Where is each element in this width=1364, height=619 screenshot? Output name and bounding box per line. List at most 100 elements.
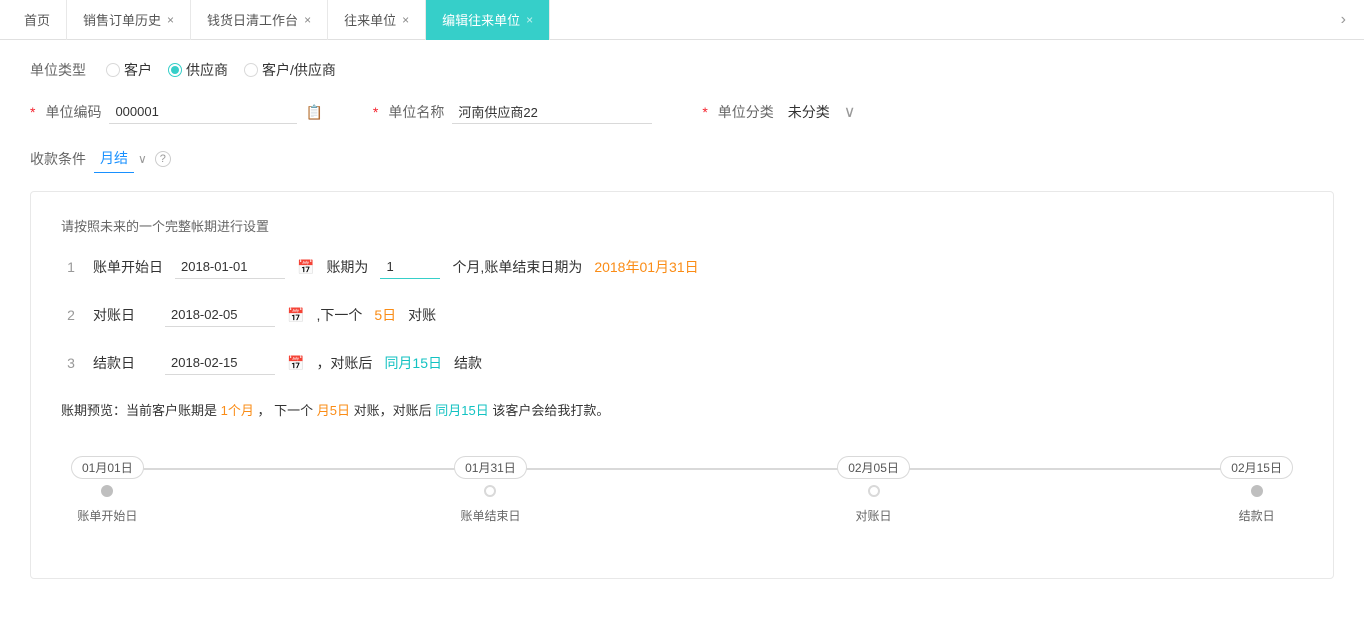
row-3-suffix: 结款 bbox=[454, 353, 482, 373]
radio-customer-supplier-outer bbox=[244, 63, 258, 77]
row-1-end-date: 2018年01月31日 bbox=[594, 257, 698, 277]
unit-category-value: 未分类 bbox=[782, 98, 836, 126]
row-1-calendar-icon[interactable]: 📅 bbox=[297, 259, 314, 276]
timeline-dot-end bbox=[1251, 485, 1263, 497]
timeline-points: 01月01日 账单开始日 01月31日 账单结束日 02月05日 对账日 02月… bbox=[71, 456, 1293, 524]
tab-partner-units[interactable]: 往来单位 × bbox=[328, 0, 426, 40]
payment-terms-help-icon[interactable]: ? bbox=[155, 151, 171, 167]
timeline-badge-mid2: 02月05日 bbox=[837, 456, 910, 479]
unit-category-field: * 单位分类 未分类 ∨ bbox=[702, 98, 855, 126]
row-2-label: 对账日 bbox=[93, 305, 153, 325]
row-1-date-input[interactable] bbox=[175, 255, 285, 279]
timeline-point-end: 02月15日 结款日 bbox=[1220, 456, 1293, 524]
unit-code-field: * 单位编码 📋 bbox=[30, 100, 323, 124]
tab-cash-reconciliation[interactable]: 钱货日清工作台 × bbox=[191, 0, 328, 40]
payment-terms-select[interactable]: 月结 ∨ bbox=[94, 144, 147, 173]
timeline-label-start: 账单开始日 bbox=[77, 507, 137, 524]
timeline-dot-mid1 bbox=[484, 485, 496, 497]
unit-info-row: * 单位编码 📋 * 单位名称 * 单位分类 未分类 ∨ bbox=[30, 98, 1334, 126]
unit-name-label: 单位名称 bbox=[388, 102, 444, 122]
row-3-date-input[interactable] bbox=[165, 351, 275, 375]
tab-home[interactable]: 首页 bbox=[8, 0, 67, 40]
tab-sales-order-history[interactable]: 销售订单历史 × bbox=[67, 0, 191, 40]
unit-category-required: * bbox=[702, 104, 707, 120]
row-3-prefix: ，对账后 bbox=[316, 353, 372, 373]
timeline-point-start: 01月01日 账单开始日 bbox=[71, 456, 144, 524]
setting-row-2: 2 对账日 📅 ,下一个 5日 对账 bbox=[61, 303, 1303, 327]
radio-customer[interactable]: 客户 bbox=[106, 60, 152, 80]
timeline-badge-start: 01月01日 bbox=[71, 456, 144, 479]
tab-edit-partner-unit-close[interactable]: × bbox=[526, 13, 533, 27]
preview-sep1: ， bbox=[258, 403, 271, 418]
tab-overflow-chevron[interactable]: › bbox=[1331, 11, 1356, 29]
row-2-num: 2 bbox=[61, 307, 81, 323]
payment-terms-label: 收款条件 bbox=[30, 149, 86, 169]
unit-code-required: * bbox=[30, 104, 35, 120]
timeline-label-mid1: 账单结束日 bbox=[460, 507, 520, 524]
unit-type-row: 单位类型 客户 供应商 客户/供应商 bbox=[30, 60, 1334, 80]
radio-customer-supplier[interactable]: 客户/供应商 bbox=[244, 60, 336, 80]
payment-terms-value: 月结 bbox=[94, 144, 134, 173]
row-1-period-unit: 个月,账单结束日期为 bbox=[452, 257, 582, 277]
unit-code-input[interactable] bbox=[109, 100, 297, 124]
radio-customer-label: 客户 bbox=[124, 60, 152, 80]
preview-text: 账期预览：当前客户账期是 1个月 ， 下一个 月5日 对账，对账后 同月15日 … bbox=[61, 399, 1303, 422]
preview-part2-prefix: 下一个 bbox=[274, 403, 313, 418]
period-input[interactable] bbox=[380, 255, 440, 279]
tab-bar: 首页 销售订单历史 × 钱货日清工作台 × 往来单位 × 编辑往来单位 × › bbox=[0, 0, 1364, 40]
settings-panel: 请按照未来的一个完整帐期进行设置 1 账单开始日 📅 账期为 个月,账单结束日期… bbox=[30, 191, 1334, 579]
timeline-badge-mid1: 01月31日 bbox=[454, 456, 527, 479]
row-3-num: 3 bbox=[61, 355, 81, 371]
timeline-wrapper: 01月01日 账单开始日 01月31日 账单结束日 02月05日 对账日 02月… bbox=[61, 446, 1303, 554]
preview-sep2: 对账，对账后 bbox=[354, 403, 432, 418]
tab-partner-units-close[interactable]: × bbox=[402, 13, 409, 27]
unit-type-field: 单位类型 bbox=[30, 60, 86, 80]
timeline-label-end: 结款日 bbox=[1239, 507, 1275, 524]
row-1-label: 账单开始日 bbox=[93, 257, 163, 277]
timeline-point-mid2: 02月05日 对账日 bbox=[837, 456, 910, 524]
main-content: 单位类型 客户 供应商 客户/供应商 * 单位编码 📋 bbox=[0, 40, 1364, 619]
unit-category-dropdown-icon[interactable]: ∨ bbox=[844, 102, 856, 122]
unit-code-copy-icon[interactable]: 📋 bbox=[305, 104, 322, 121]
unit-code-label: 单位编码 bbox=[45, 102, 101, 122]
row-2-highlight: 5日 bbox=[374, 305, 396, 325]
payment-terms-dropdown-icon[interactable]: ∨ bbox=[138, 152, 147, 166]
radio-supplier-inner bbox=[171, 66, 179, 74]
tab-sales-order-history-close[interactable]: × bbox=[167, 13, 174, 27]
row-2-prefix: ,下一个 bbox=[316, 305, 362, 325]
preview-part1: 1个月 bbox=[221, 403, 254, 418]
timeline-label-mid2: 对账日 bbox=[856, 507, 892, 524]
row-2-calendar-icon[interactable]: 📅 bbox=[287, 307, 304, 324]
preview-part2: 月5日 bbox=[317, 403, 350, 418]
unit-type-label: 单位类型 bbox=[30, 60, 86, 80]
unit-type-radio-group: 客户 供应商 客户/供应商 bbox=[106, 60, 336, 80]
preview-suffix: 该客户会给我打款。 bbox=[492, 403, 609, 418]
radio-customer-supplier-label: 客户/供应商 bbox=[262, 60, 336, 80]
radio-customer-outer bbox=[106, 63, 120, 77]
row-2-suffix: 对账 bbox=[408, 305, 436, 325]
row-3-label: 结款日 bbox=[93, 353, 153, 373]
unit-name-required: * bbox=[373, 104, 378, 120]
tab-cash-reconciliation-close[interactable]: × bbox=[304, 13, 311, 27]
row-3-calendar-icon[interactable]: 📅 bbox=[287, 355, 304, 372]
timeline-dot-mid2 bbox=[868, 485, 880, 497]
unit-category-label: 单位分类 bbox=[718, 102, 774, 122]
panel-hint: 请按照未来的一个完整帐期进行设置 bbox=[61, 216, 1303, 235]
unit-name-input[interactable] bbox=[452, 100, 652, 124]
timeline-point-mid1: 01月31日 账单结束日 bbox=[454, 456, 527, 524]
timeline-dot-start bbox=[101, 485, 113, 497]
row-2-date-input[interactable] bbox=[165, 303, 275, 327]
tab-edit-partner-unit[interactable]: 编辑往来单位 × bbox=[426, 0, 550, 40]
setting-row-3: 3 结款日 📅 ，对账后 同月15日 结款 bbox=[61, 351, 1303, 375]
radio-supplier-label: 供应商 bbox=[186, 60, 228, 80]
setting-row-1: 1 账单开始日 📅 账期为 个月,账单结束日期为 2018年01月31日 bbox=[61, 255, 1303, 279]
unit-name-field: * 单位名称 bbox=[373, 100, 652, 124]
radio-supplier-outer bbox=[168, 63, 182, 77]
row-3-highlight: 同月15日 bbox=[384, 353, 442, 373]
payment-terms-field: 收款条件 月结 ∨ ? bbox=[30, 144, 171, 173]
row-1-num: 1 bbox=[61, 259, 81, 275]
payment-terms-row: 收款条件 月结 ∨ ? bbox=[30, 144, 1334, 173]
radio-supplier[interactable]: 供应商 bbox=[168, 60, 228, 80]
preview-label: 账期预览：当前客户账期是 bbox=[61, 403, 217, 418]
row-1-middle-text: 账期为 bbox=[326, 257, 368, 277]
